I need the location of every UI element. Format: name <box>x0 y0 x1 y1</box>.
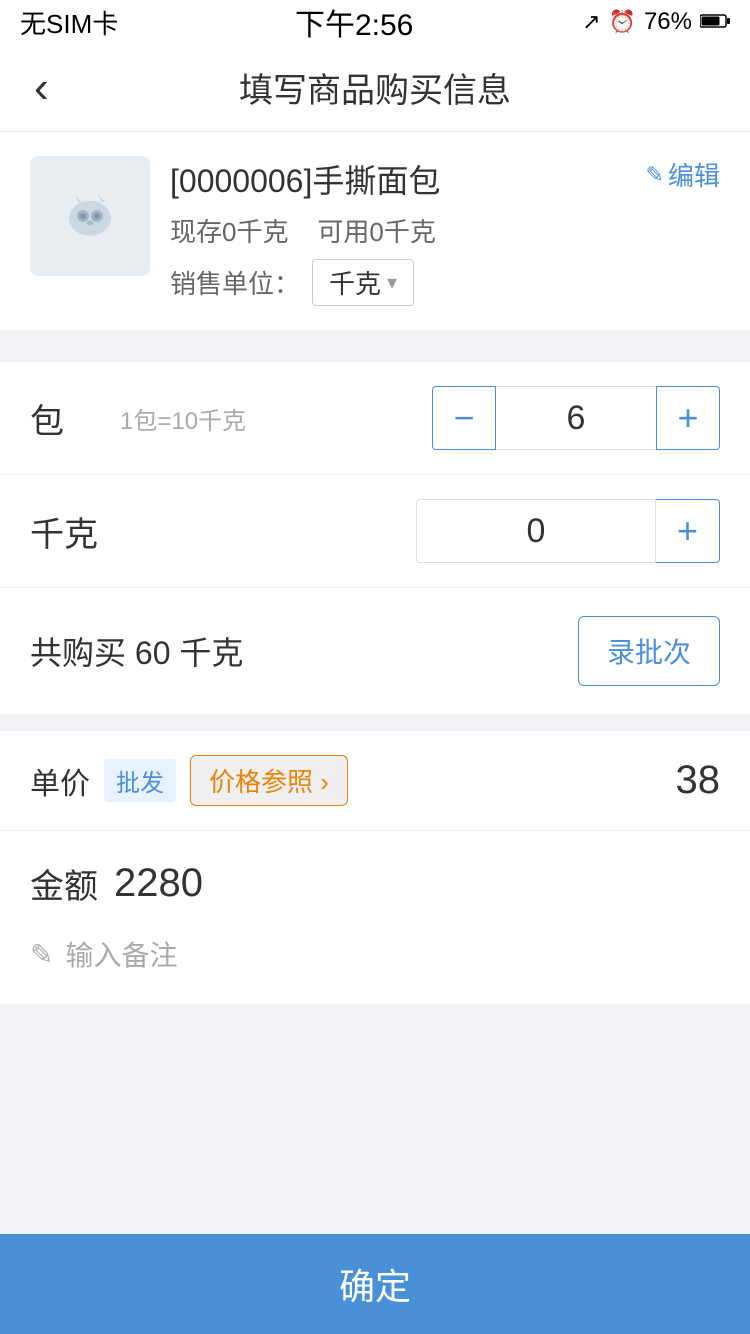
alarm-icon: ⏰ <box>609 9 636 35</box>
confirm-button-label: 确定 <box>339 1258 411 1310</box>
status-time: 下午2:56 <box>295 0 413 44</box>
battery-icon <box>700 8 730 36</box>
note-placeholder: 输入备注 <box>65 934 177 974</box>
price-reference-button[interactable]: 价格参照 › <box>190 755 348 806</box>
product-name: [0000006]手撕面包 <box>170 156 440 202</box>
product-card: [0000006]手撕面包 ✎ 编辑 现存0千克 可用0千克 销售单位： 千克 … <box>0 132 750 330</box>
kg-label: 千克 <box>30 507 110 556</box>
price-label: 单价 <box>30 759 90 803</box>
pack-minus-button[interactable]: − <box>432 386 496 450</box>
product-image <box>30 156 150 276</box>
edit-icon: ✎ <box>646 162 664 188</box>
page-title: 填写商品购买信息 <box>239 63 511 112</box>
amount-value: 2280 <box>114 861 203 906</box>
price-row: 单价 批发 价格参照 › 38 <box>30 755 720 806</box>
edit-button[interactable]: ✎ 编辑 <box>646 156 720 193</box>
amount-row: 金额 2280 <box>30 859 720 908</box>
summary-text: 共购买 60 千克 <box>30 628 243 674</box>
product-unit-row: 销售单位： 千克 ▾ <box>170 259 720 306</box>
amount-section: 金额 2280 ✎ 输入备注 <box>0 831 750 1004</box>
price-tag: 批发 <box>104 759 176 802</box>
carrier-text: 无SIM卡 <box>20 4 118 41</box>
separator-1 <box>0 346 750 362</box>
back-button[interactable]: ‹ <box>24 53 59 123</box>
pack-quantity-control: − + <box>432 386 720 450</box>
amount-label: 金额 <box>30 859 98 908</box>
confirm-bar[interactable]: 确定 <box>0 1234 750 1334</box>
pack-quantity-input[interactable] <box>496 386 656 450</box>
status-bar: 无SIM卡 下午2:56 ↗ ⏰ 76% <box>0 0 750 44</box>
summary-row: 共购买 60 千克 录批次 <box>0 588 750 715</box>
chevron-down-icon: ▾ <box>387 270 397 295</box>
status-right: ↗ ⏰ 76% <box>582 8 730 36</box>
unit-select[interactable]: 千克 ▾ <box>312 259 414 306</box>
pack-label: 包 <box>30 394 110 443</box>
separator-2 <box>0 715 750 731</box>
pack-plus-button[interactable]: + <box>656 386 720 450</box>
kg-row: 千克 + <box>0 475 750 588</box>
kg-plus-button[interactable]: + <box>656 499 720 563</box>
product-info: [0000006]手撕面包 ✎ 编辑 现存0千克 可用0千克 销售单位： 千克 … <box>170 156 720 306</box>
pack-section: 包 1包=10千克 − + 千克 + 共购买 60 千克 录批次 <box>0 362 750 715</box>
kg-quantity-control: + <box>416 499 720 563</box>
price-section: 单价 批发 价格参照 › 38 <box>0 731 750 831</box>
product-stock: 现存0千克 可用0千克 <box>170 212 720 249</box>
pack-hint: 1包=10千克 <box>120 401 432 436</box>
pack-row: 包 1包=10千克 − + <box>0 362 750 475</box>
pencil-icon: ✎ <box>30 938 53 971</box>
note-row[interactable]: ✎ 输入备注 <box>30 924 720 984</box>
kg-quantity-input[interactable] <box>416 499 656 563</box>
location-icon: ↗ <box>582 9 600 35</box>
batch-button[interactable]: 录批次 <box>578 616 720 686</box>
status-carrier: 无SIM卡 <box>20 4 126 41</box>
nav-bar: ‹ 填写商品购买信息 <box>0 44 750 132</box>
battery-text: 76% <box>644 8 692 36</box>
price-value: 38 <box>676 758 721 803</box>
